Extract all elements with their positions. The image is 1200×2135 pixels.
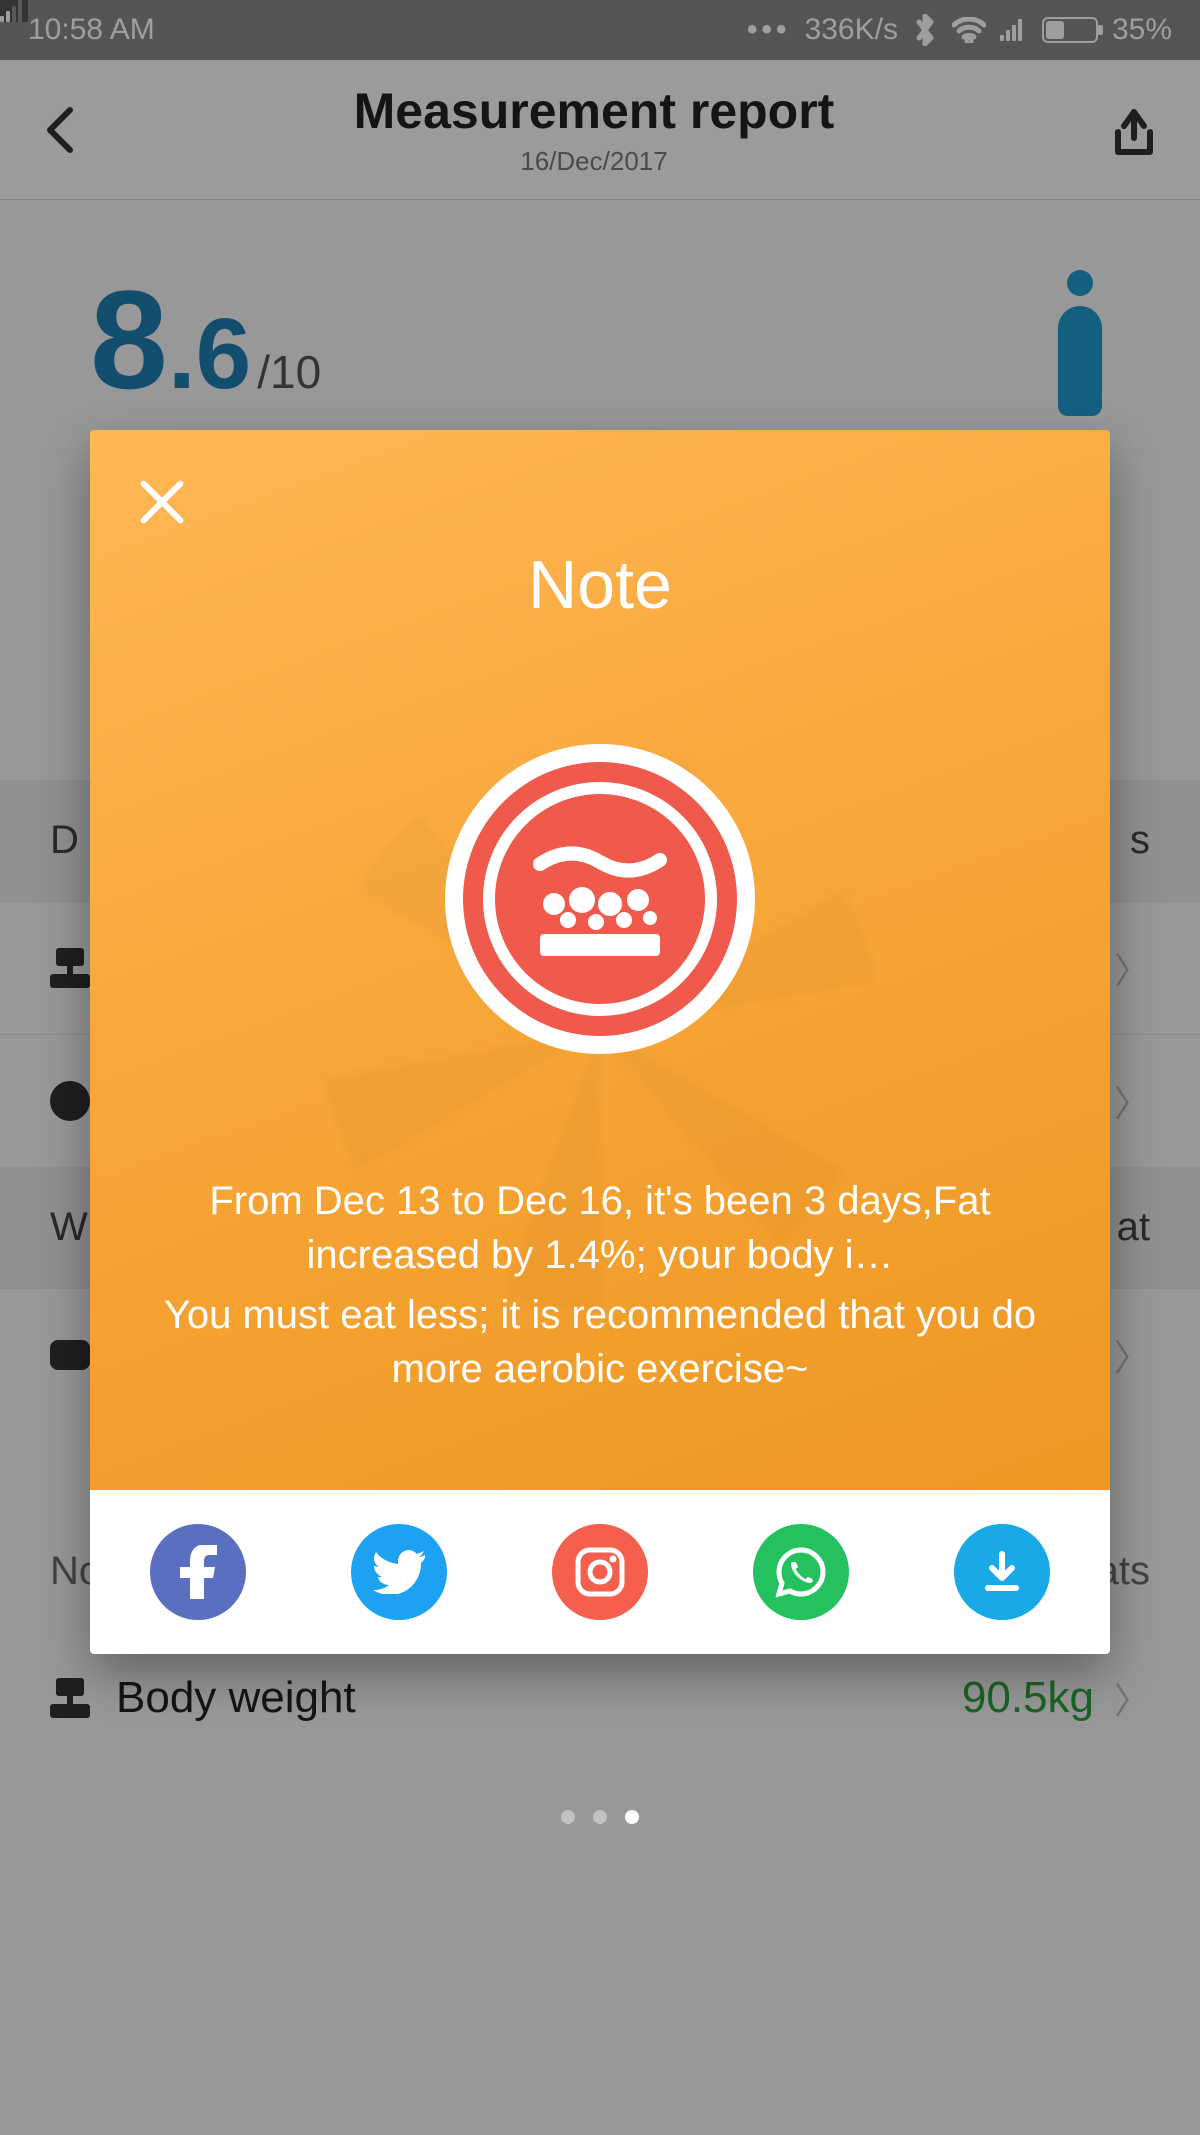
download-button[interactable] [954, 1524, 1050, 1620]
facebook-share-button[interactable] [150, 1524, 246, 1620]
page-dot [561, 1810, 575, 1824]
close-icon[interactable] [132, 472, 192, 532]
note-modal: Note From Dec 13 to Dec 16, it's been 3 … [90, 430, 1110, 1654]
twitter-share-button[interactable] [351, 1524, 447, 1620]
fat-badge-icon [445, 744, 755, 1054]
page-dot-active [625, 1810, 639, 1824]
share-bar [90, 1490, 1110, 1654]
modal-title: Note [134, 546, 1066, 624]
whatsapp-share-button[interactable] [753, 1524, 849, 1620]
page-dot [593, 1810, 607, 1824]
instagram-share-button[interactable] [552, 1524, 648, 1620]
page-indicator [0, 1810, 1200, 1824]
